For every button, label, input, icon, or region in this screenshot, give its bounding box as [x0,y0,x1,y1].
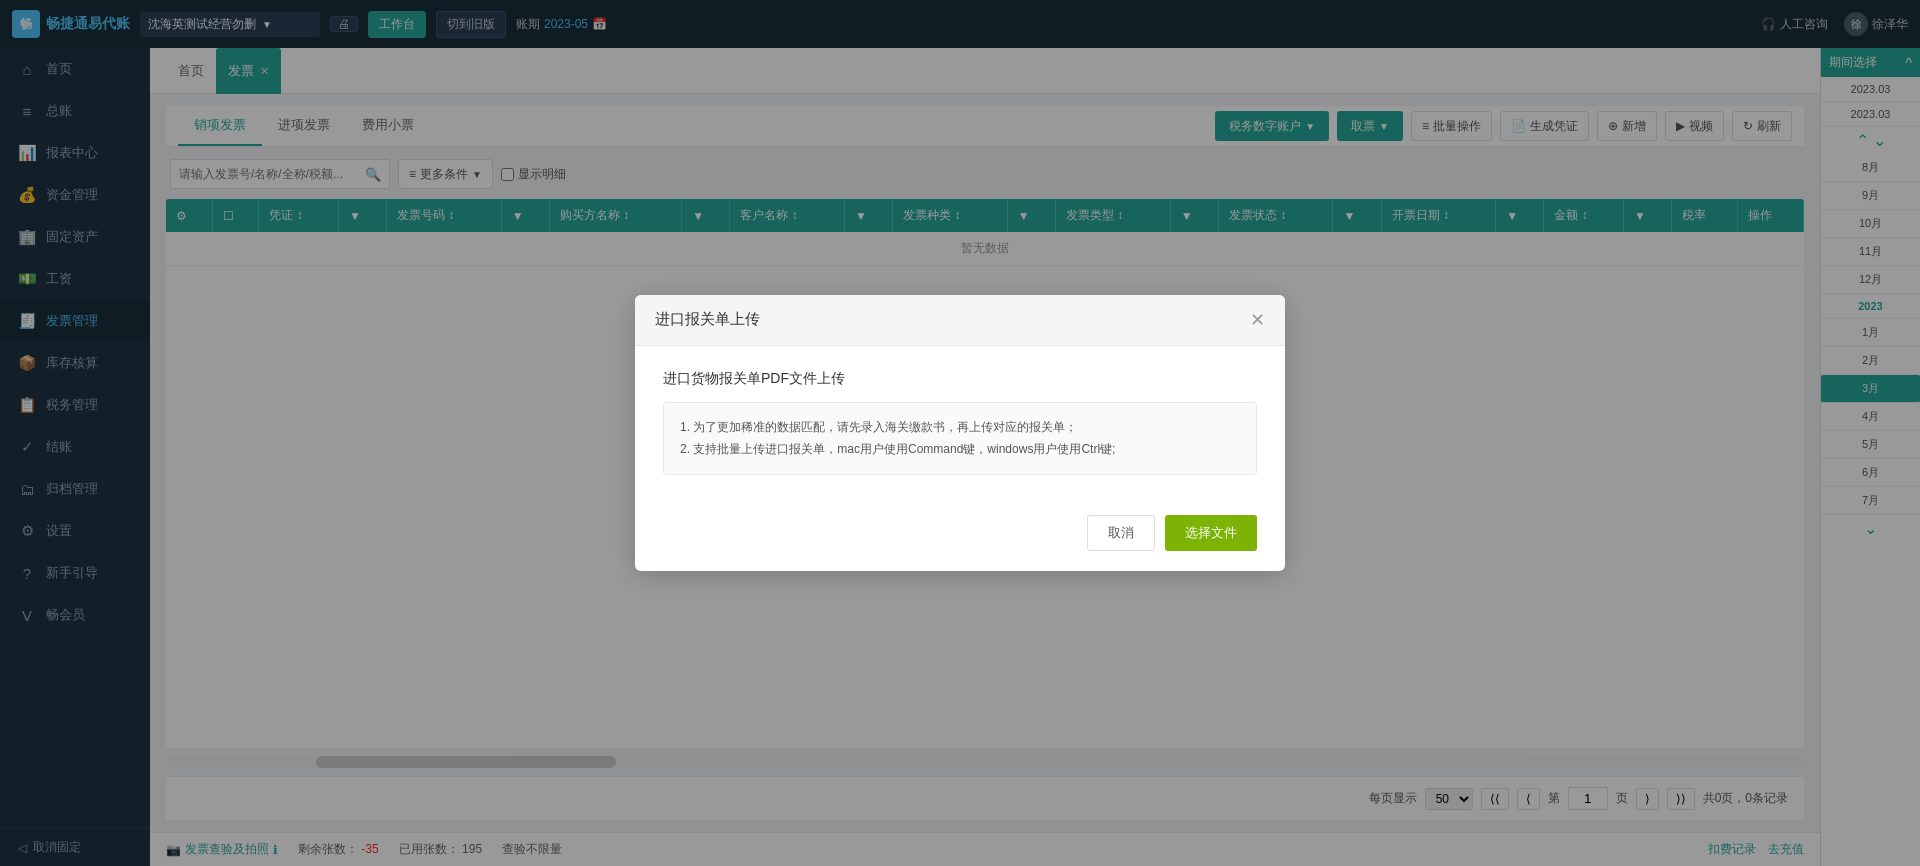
modal-title: 进口报关单上传 [655,310,760,329]
select-file-button[interactable]: 选择文件 [1165,515,1257,551]
modal-header: 进口报关单上传 ✕ [635,295,1285,346]
upload-modal: 进口报关单上传 ✕ 进口货物报关单PDF文件上传 1. 为了更加稀准的数据匹配，… [635,295,1285,571]
modal-close-button[interactable]: ✕ [1250,309,1265,331]
cancel-button[interactable]: 取消 [1087,515,1155,551]
upload-section-title: 进口货物报关单PDF文件上传 [663,370,1257,388]
upload-note-1: 1. 为了更加稀准的数据匹配，请先录入海关缴款书，再上传对应的报关单； [680,417,1240,439]
modal-overlay[interactable]: 进口报关单上传 ✕ 进口货物报关单PDF文件上传 1. 为了更加稀准的数据匹配，… [0,0,1920,866]
upload-notes: 1. 为了更加稀准的数据匹配，请先录入海关缴款书，再上传对应的报关单； 2. 支… [663,402,1257,475]
upload-note-2: 2. 支持批量上传进口报关单，mac用户使用Command键，windows用户… [680,439,1240,461]
modal-footer: 取消 选择文件 [635,499,1285,571]
modal-body: 进口货物报关单PDF文件上传 1. 为了更加稀准的数据匹配，请先录入海关缴款书，… [635,346,1285,499]
